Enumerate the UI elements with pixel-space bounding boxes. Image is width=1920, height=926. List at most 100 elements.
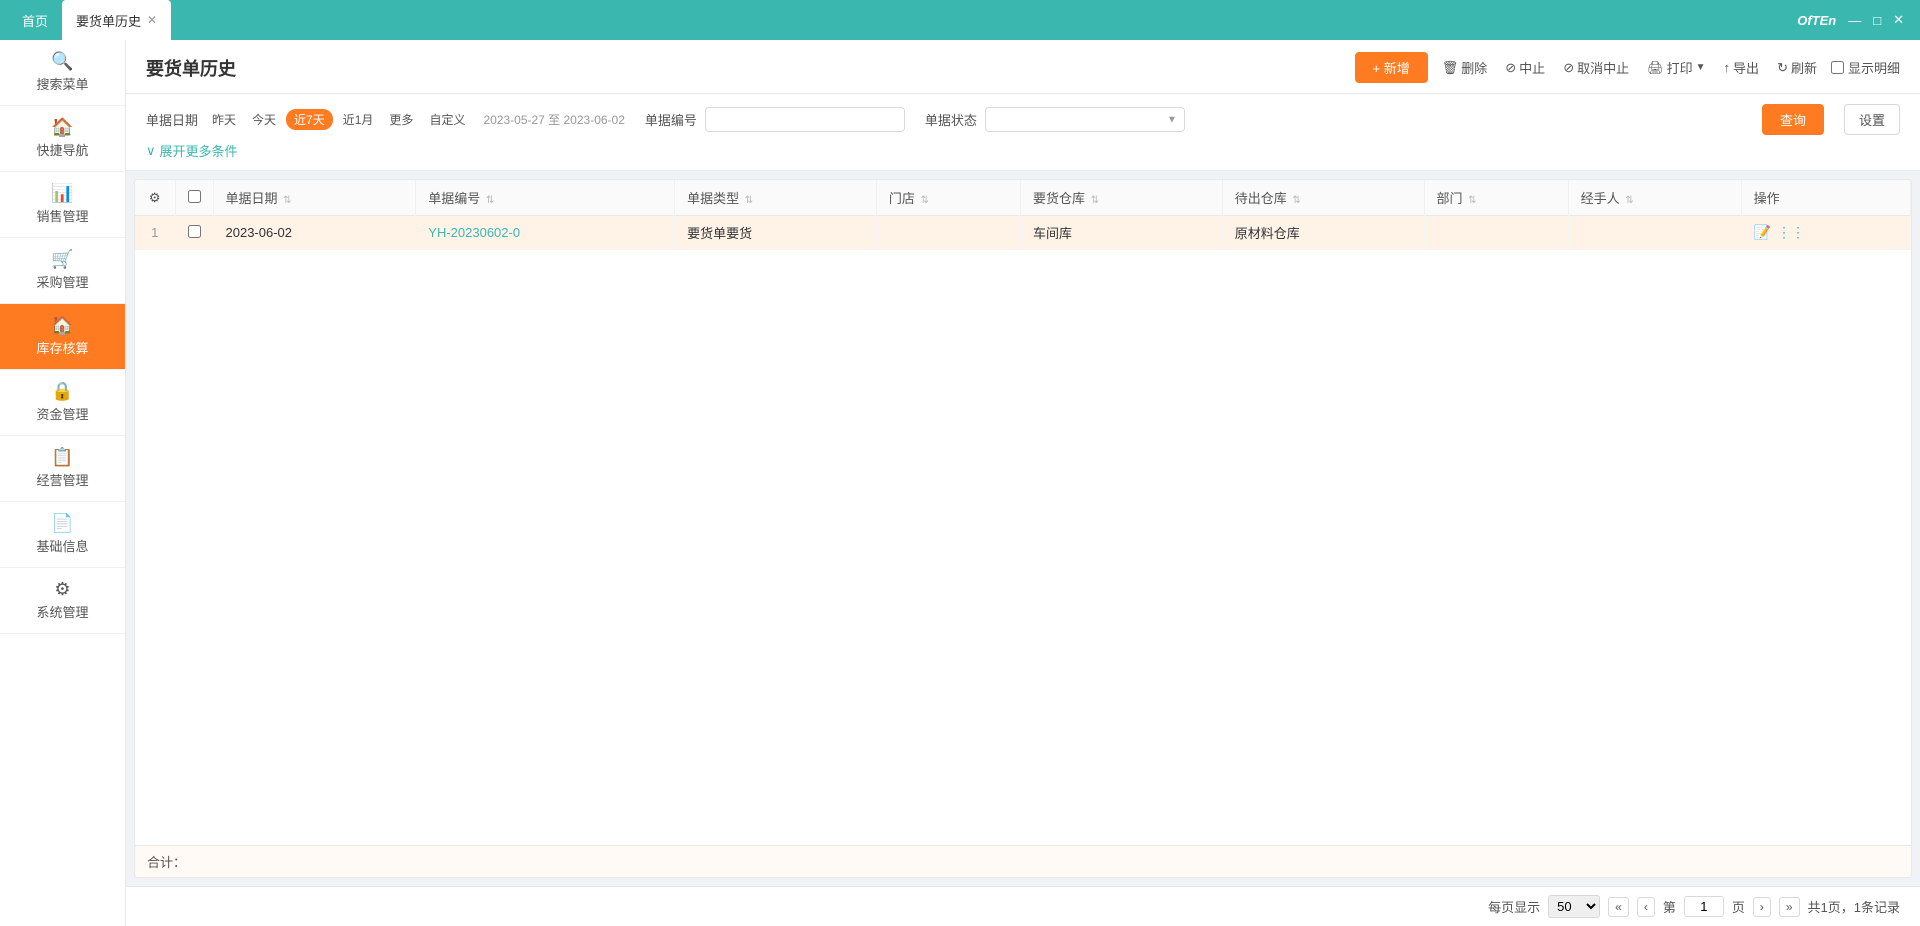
page-header: 要货单历史 + 新增 🗑 删除 ⊘ 中止 ⊘ 取消中止 <box>126 40 1920 94</box>
page-unit: 页 <box>1732 897 1745 916</box>
new-button[interactable]: + 新增 <box>1355 52 1428 83</box>
date-shortcuts: 昨天 今天 近7天 近1月 更多 自定义 <box>206 109 471 130</box>
sidebar-item-search-menu[interactable]: 🔍 搜索菜单 <box>0 40 125 106</box>
date-filter: 单据日期 昨天 今天 近7天 近1月 更多 自定义 2023-05-27 至 2… <box>146 109 625 130</box>
inventory-icon: 🏠 <box>51 316 73 334</box>
expand-more-btn[interactable]: ∨ 展开更多条件 <box>146 141 1900 160</box>
more-icon[interactable]: ⋮⋮ <box>1777 224 1805 241</box>
page-size-select[interactable]: 50 10 20 100 <box>1548 895 1600 918</box>
display-detail-checkbox[interactable] <box>1831 61 1844 74</box>
shortcut-more[interactable]: 更多 <box>383 109 419 130</box>
status-select-wrapper <box>985 107 1185 132</box>
stop-button[interactable]: ⊘ 中止 <box>1501 56 1549 79</box>
export-button[interactable]: ↑ 导出 <box>1720 56 1764 79</box>
sort-store-icon[interactable]: ⇅ <box>921 195 929 206</box>
toolbar: + 新增 🗑 删除 ⊘ 中止 ⊘ 取消中止 🖨 打 <box>1355 52 1900 83</box>
total-info: 共1页，1条记录 <box>1808 897 1900 916</box>
sort-pending-warehouse-icon[interactable]: ⇅ <box>1292 195 1300 206</box>
column-settings-icon[interactable]: ⚙ <box>149 190 161 205</box>
th-settings: ⚙ <box>135 180 175 216</box>
next-page-btn[interactable]: › <box>1753 897 1771 917</box>
row-checkbox[interactable] <box>188 225 201 238</box>
shortcut-today[interactable]: 今天 <box>246 109 282 130</box>
page-title: 要货单历史 <box>146 55 236 81</box>
sort-type-icon[interactable]: ⇅ <box>745 195 753 206</box>
row-pending-warehouse: 原材料仓库 <box>1222 216 1424 250</box>
first-page-btn[interactable]: « <box>1608 897 1629 917</box>
th-department: 部门 ⇅ <box>1424 180 1568 216</box>
close-btn[interactable]: ✕ <box>1893 12 1904 28</box>
th-action: 操作 <box>1741 180 1910 216</box>
print-dropdown-icon: ▼ <box>1696 62 1706 73</box>
page-size-label: 每页显示 <box>1488 897 1540 916</box>
th-number: 单据编号 ⇅ <box>416 180 675 216</box>
query-button[interactable]: 查询 <box>1762 104 1824 135</box>
refresh-icon: ↻ <box>1777 60 1788 76</box>
tab-home[interactable]: 首页 <box>8 0 62 40</box>
brand-label: OfTEn <box>1797 13 1836 28</box>
sidebar-item-purchase[interactable]: 🛒 采购管理 <box>0 238 125 304</box>
sidebar-item-sales[interactable]: 📊 销售管理 <box>0 172 125 238</box>
last-page-btn[interactable]: » <box>1779 897 1800 917</box>
tab-order-history[interactable]: 要货单历史 ✕ <box>62 0 171 40</box>
shortcut-7days[interactable]: 近7天 <box>286 109 333 130</box>
row-number: YH-20230602-0 <box>416 216 675 250</box>
row-num: 1 <box>135 216 175 250</box>
sort-date-icon[interactable]: ⇅ <box>283 195 291 206</box>
status-filter: 单据状态 <box>925 107 1185 132</box>
row-department <box>1424 216 1568 250</box>
sidebar-item-finance[interactable]: 🔒 资金管理 <box>0 370 125 436</box>
stop-icon: ⊘ <box>1505 60 1516 76</box>
cancel-stop-button[interactable]: ⊘ 取消中止 <box>1559 56 1633 79</box>
sidebar-item-system[interactable]: ⚙ 系统管理 <box>0 568 125 634</box>
window-controls: OfTEn — □ ✕ <box>1797 12 1912 28</box>
minimize-btn[interactable]: — <box>1848 13 1861 28</box>
bill-number-filter: 单据编号 <box>645 107 905 132</box>
search-menu-icon: 🔍 <box>51 52 73 70</box>
sort-number-icon[interactable]: ⇅ <box>486 195 494 206</box>
sort-department-icon[interactable]: ⇅ <box>1468 195 1476 206</box>
select-all-checkbox[interactable] <box>188 190 201 203</box>
row-type: 要货单要货 <box>675 216 877 250</box>
tab-close-icon[interactable]: ✕ <box>147 13 157 27</box>
display-detail-checkbox-label[interactable]: 显示明细 <box>1831 58 1900 77</box>
maximize-btn[interactable]: □ <box>1873 13 1881 28</box>
shortcut-yesterday[interactable]: 昨天 <box>206 109 242 130</box>
home-icon: 🏠 <box>51 118 73 136</box>
page-number-input[interactable] <box>1684 896 1724 917</box>
print-button[interactable]: 🖨 打印 ▼ <box>1643 56 1709 79</box>
settings-button[interactable]: 设置 <box>1844 104 1900 135</box>
filter-area: 单据日期 昨天 今天 近7天 近1月 更多 自定义 2023-05-27 至 2… <box>126 94 1920 171</box>
system-icon: ⚙ <box>54 580 70 598</box>
sidebar-item-quick-nav[interactable]: 🏠 快捷导航 <box>0 106 125 172</box>
export-icon: ↑ <box>1724 60 1731 75</box>
expand-icon: ∨ <box>146 143 156 159</box>
sidebar-item-inventory[interactable]: 🏠 库存核算 <box>0 304 125 370</box>
status-select[interactable] <box>985 107 1185 132</box>
row-handler <box>1568 216 1741 250</box>
sidebar-item-basic-info[interactable]: 📄 基础信息 <box>0 502 125 568</box>
row-action: 📝 ⋮⋮ <box>1741 216 1910 250</box>
sort-req-warehouse-icon[interactable]: ⇅ <box>1091 195 1099 206</box>
sort-handler-icon[interactable]: ⇅ <box>1625 195 1633 206</box>
row-number-link[interactable]: YH-20230602-0 <box>428 225 520 240</box>
row-store <box>876 216 1020 250</box>
row-req-warehouse: 车间库 <box>1021 216 1223 250</box>
edit-icon[interactable]: 📝 <box>1754 224 1771 241</box>
table-scroll[interactable]: ⚙ 单据日期 ⇅ 单据编号 ⇅ <box>135 180 1911 845</box>
delete-button[interactable]: 🗑 删除 <box>1438 56 1492 79</box>
th-req-warehouse: 要货仓库 ⇅ <box>1021 180 1223 216</box>
bill-number-input[interactable] <box>705 107 905 132</box>
operations-icon: 📋 <box>51 448 73 466</box>
date-range-display: 2023-05-27 至 2023-06-02 <box>483 111 624 128</box>
bill-number-label: 单据编号 <box>645 110 697 129</box>
sidebar-item-operations[interactable]: 📋 经营管理 <box>0 436 125 502</box>
main-layout: 🔍 搜索菜单 🏠 快捷导航 📊 销售管理 🛒 采购管理 🏠 库存核算 🔒 资金管… <box>0 40 1920 926</box>
th-type: 单据类型 ⇅ <box>675 180 877 216</box>
refresh-button[interactable]: ↻ 刷新 <box>1773 56 1821 79</box>
prev-page-btn[interactable]: ‹ <box>1637 897 1655 917</box>
shortcut-custom[interactable]: 自定义 <box>423 109 471 130</box>
th-handler: 经手人 ⇅ <box>1568 180 1741 216</box>
shortcut-1month[interactable]: 近1月 <box>337 109 380 130</box>
content-area: 要货单历史 + 新增 🗑 删除 ⊘ 中止 ⊘ 取消中止 <box>126 40 1920 926</box>
